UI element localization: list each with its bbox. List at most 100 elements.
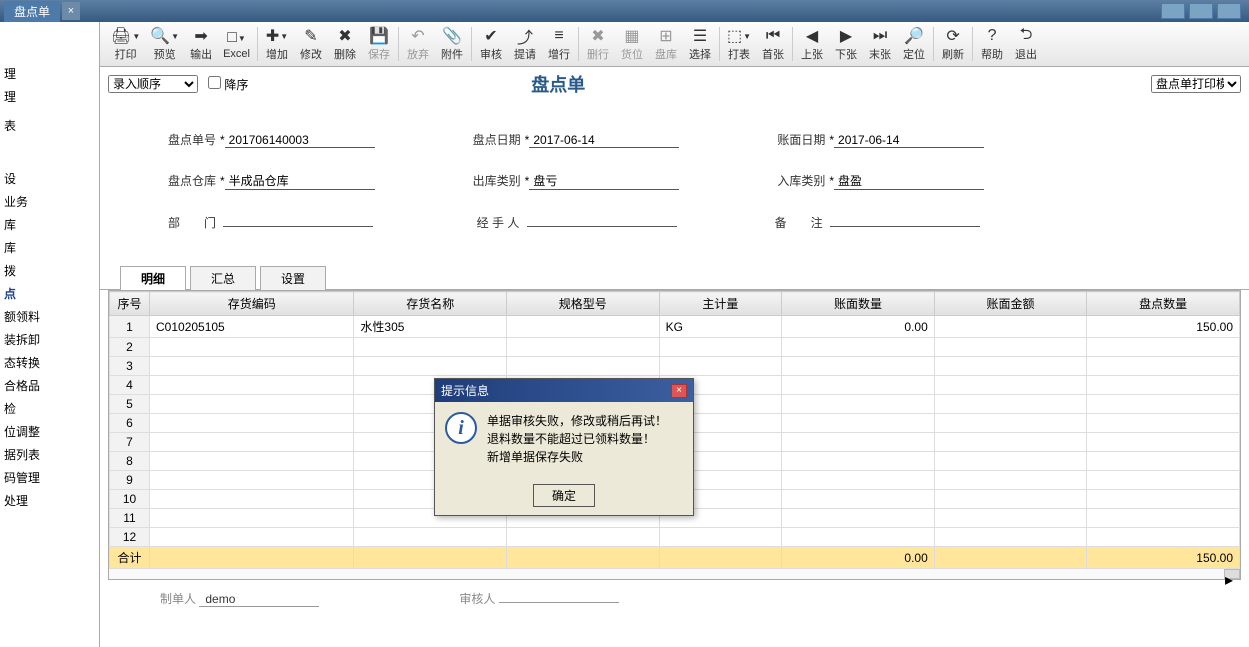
toolbar-打表[interactable]: ⬚▼打表 (722, 26, 756, 62)
toolbar-增行[interactable]: ≡增行 (542, 26, 576, 62)
toolbar-选择[interactable]: ☰选择 (683, 26, 717, 62)
sidebar-item[interactable]: 额领料 (0, 305, 99, 328)
toolbar-icon: ✖ (591, 26, 604, 46)
toolbar-icon: ≡ (554, 26, 563, 46)
sidebar-item[interactable]: 库 (0, 236, 99, 259)
dialog-title: 提示信息 (441, 382, 489, 399)
toolbar-icon: ⮌ (1020, 26, 1033, 46)
sort-select[interactable]: 录入顺序 (108, 75, 198, 93)
dialog-ok-button[interactable]: 确定 (533, 484, 595, 507)
column-header[interactable]: 规格型号 (507, 292, 660, 316)
close-button[interactable] (1217, 3, 1241, 19)
toolbar-icon: 🖨▼ (111, 26, 140, 46)
table-row[interactable]: 2 (110, 338, 1240, 357)
toolbar-刷新[interactable]: ⟳刷新 (936, 26, 970, 62)
column-header[interactable]: 账面数量 (782, 292, 935, 316)
toolbar-保存: 💾保存 (362, 26, 396, 62)
desc-checkbox[interactable] (208, 76, 221, 89)
toolbar-icon: 💾 (369, 26, 389, 46)
info-icon: i (445, 412, 477, 444)
sidebar-item[interactable]: 理 (0, 85, 99, 108)
sidebar-item[interactable]: 位调整 (0, 420, 99, 443)
window-tab[interactable]: 盘点单 (4, 1, 60, 22)
toolbar-下张[interactable]: ▶下张 (829, 26, 863, 62)
table-row[interactable]: 1C010205105水性305KG0.00150.00 (110, 316, 1240, 338)
minimize-button[interactable] (1161, 3, 1185, 19)
table-row[interactable]: 3 (110, 357, 1240, 376)
toolbar-审核[interactable]: ✔审核 (474, 26, 508, 62)
toolbar-icon: ⏮ (766, 26, 780, 46)
desc-checkbox-label[interactable]: 降序 (208, 76, 248, 93)
scroll-right-button[interactable]: ▸ (1224, 569, 1240, 579)
field-out-type: 出库类别*盘亏 (455, 172, 680, 190)
form-area: 盘点单号*201706140003 盘点日期*2017-06-14 账面日期*2… (100, 101, 1249, 265)
toolbar-icon: ✔ (484, 26, 497, 46)
sidebar-item[interactable]: 处理 (0, 489, 99, 512)
toolbar-icon: ▦ (624, 26, 639, 46)
column-header[interactable]: 主计量 (659, 292, 782, 316)
tab-settings[interactable]: 设置 (260, 266, 326, 290)
reviewer-value (499, 602, 619, 603)
maximize-button[interactable] (1189, 3, 1213, 19)
toolbar-删除[interactable]: ✖删除 (328, 26, 362, 62)
footer: 制单人 demo 审核人 (100, 580, 1249, 617)
column-header[interactable]: 存货编码 (150, 292, 354, 316)
message-dialog: 提示信息 × i 单据审核失败，修改或稍后再试！ 退料数量不能超过已领料数量！ … (434, 378, 694, 516)
toolbar-货位: ▦货位 (615, 26, 649, 62)
toolbar-icon: 🔎 (904, 26, 924, 46)
title-bar: 盘点单 × (0, 0, 1249, 22)
toolbar-增加[interactable]: ✚▼增加 (260, 26, 294, 62)
field-in-type: 入库类别*盘盈 (759, 172, 984, 190)
dialog-title-bar[interactable]: 提示信息 × (435, 379, 693, 402)
toolbar-icon: ↶ (411, 26, 424, 46)
tab-detail[interactable]: 明细 (120, 266, 186, 290)
sidebar-item[interactable]: 装拆卸 (0, 328, 99, 351)
toolbar-icon: □▼ (227, 28, 246, 48)
tab-close-button[interactable]: × (62, 2, 80, 20)
column-header[interactable]: 序号 (110, 292, 150, 316)
column-header[interactable]: 账面金额 (934, 292, 1087, 316)
toolbar-打印[interactable]: 🖨▼打印 (106, 26, 145, 62)
sidebar-item[interactable]: 业务 (0, 190, 99, 213)
toolbar-icon: 📎 (442, 26, 462, 46)
toolbar-icon: ? (988, 26, 997, 46)
toolbar-预览[interactable]: 🔍▼预览 (145, 26, 184, 62)
toolbar-输出[interactable]: ➡输出 (184, 26, 218, 62)
toolbar-放弃: ↶放弃 (401, 26, 435, 62)
sidebar-item[interactable]: 拨 (0, 259, 99, 282)
sidebar-item[interactable]: 库 (0, 213, 99, 236)
sidebar-item[interactable]: 检 (0, 397, 99, 420)
tab-summary[interactable]: 汇总 (190, 266, 256, 290)
column-header[interactable]: 盘点数量 (1087, 292, 1240, 316)
toolbar-Excel[interactable]: □▼Excel (218, 28, 255, 60)
document-title: 盘点单 (531, 71, 585, 97)
toolbar-icon: ⊞ (659, 26, 672, 46)
toolbar-附件[interactable]: 📎附件 (435, 26, 469, 62)
toolbar-icon: ▶ (840, 26, 852, 46)
total-row: 合计0.00150.00 (110, 547, 1240, 569)
sidebar-item[interactable]: 点 (0, 282, 99, 305)
sidebar-item[interactable]: 据列表 (0, 443, 99, 466)
toolbar-修改[interactable]: ✎修改 (294, 26, 328, 62)
sidebar-item[interactable]: 码管理 (0, 466, 99, 489)
toolbar-上张[interactable]: ◀上张 (795, 26, 829, 62)
toolbar-提请[interactable]: ⤴提请 (508, 26, 542, 62)
sidebar-item[interactable]: 表 (0, 114, 99, 137)
dialog-close-button[interactable]: × (671, 384, 687, 398)
toolbar-退出[interactable]: ⮌退出 (1009, 26, 1043, 62)
sidebar-item[interactable]: 合格品 (0, 374, 99, 397)
field-warehouse: 盘点仓库*半成品仓库 (150, 172, 375, 190)
sidebar-item[interactable]: 理 (0, 62, 99, 85)
field-remark: 备 注 (757, 214, 980, 231)
table-row[interactable]: 12 (110, 528, 1240, 547)
sidebar-item[interactable]: 态转换 (0, 351, 99, 374)
template-select[interactable]: 盘点单打印模版 (1151, 75, 1241, 93)
toolbar-icon: 🔍▼ (150, 26, 179, 46)
toolbar-定位[interactable]: 🔎定位 (897, 26, 931, 62)
toolbar-末张[interactable]: ⏭末张 (863, 26, 897, 62)
toolbar-删行: ✖删行 (581, 26, 615, 62)
sidebar-item[interactable]: 设 (0, 167, 99, 190)
toolbar-帮助[interactable]: ?帮助 (975, 26, 1009, 62)
toolbar-首张[interactable]: ⏮首张 (756, 26, 790, 62)
column-header[interactable]: 存货名称 (354, 292, 507, 316)
